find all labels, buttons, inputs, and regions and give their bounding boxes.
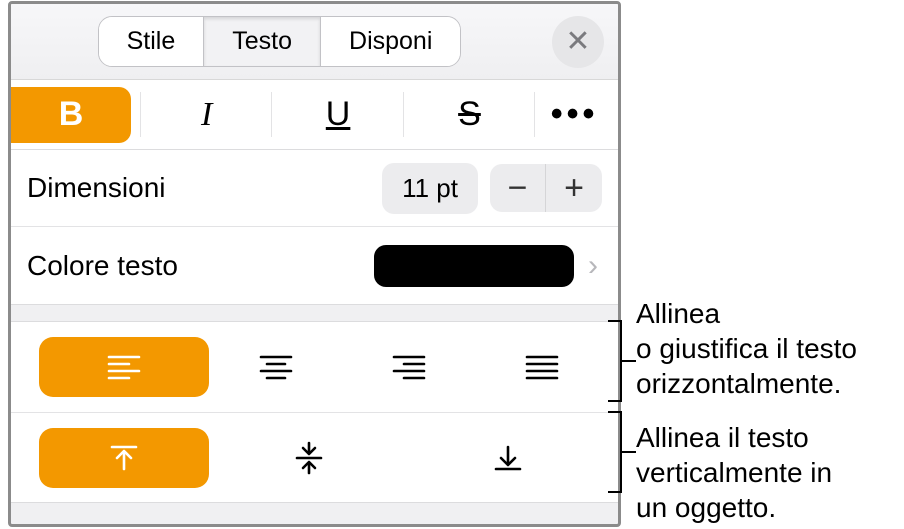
segmented-control: Stile Testo Disponi — [98, 16, 462, 67]
bold-button[interactable]: B — [11, 80, 141, 149]
align-center-icon — [259, 354, 293, 380]
callout-tee-vertical — [622, 451, 636, 453]
tab-bar: Stile Testo Disponi ✕ — [11, 4, 618, 80]
chevron-right-icon: › — [584, 249, 602, 283]
align-left-button[interactable] — [39, 337, 209, 397]
text-color-row[interactable]: Colore testo › — [11, 226, 618, 304]
alignment-group — [11, 321, 618, 503]
format-panel: Stile Testo Disponi ✕ B I U S ••• Dim — [8, 1, 621, 527]
align-right-button[interactable] — [342, 322, 475, 412]
align-justify-icon — [525, 354, 559, 380]
valign-top-icon — [109, 443, 139, 473]
italic-button[interactable]: I — [141, 80, 272, 149]
size-decrease-button[interactable]: − — [490, 164, 546, 212]
valign-middle-icon — [294, 441, 324, 475]
text-color-label: Colore testo — [27, 250, 374, 282]
underline-button[interactable]: U — [272, 80, 403, 149]
text-color-swatch[interactable] — [374, 245, 574, 287]
more-styles-button[interactable]: ••• — [535, 80, 614, 149]
valign-middle-button[interactable] — [209, 413, 409, 502]
callout-bracket-horizontal — [608, 320, 622, 402]
strikethrough-button[interactable]: S — [404, 80, 535, 149]
callout-vertical: Allinea il testo verticalmente in un ogg… — [636, 420, 832, 525]
close-icon: ✕ — [565, 24, 590, 59]
tab-arrange[interactable]: Disponi — [321, 17, 460, 66]
align-justify-button[interactable] — [475, 322, 608, 412]
size-stepper: 11 pt − + — [382, 163, 602, 214]
size-value[interactable]: 11 pt — [382, 163, 478, 214]
horizontal-align-row — [11, 322, 618, 412]
valign-top-button[interactable] — [39, 428, 209, 488]
vertical-align-row — [11, 412, 618, 502]
tab-style[interactable]: Stile — [99, 17, 205, 66]
align-right-icon — [392, 354, 426, 380]
align-left-icon — [107, 354, 141, 380]
font-style-row: B I U S ••• — [11, 80, 618, 150]
valign-bottom-button[interactable] — [409, 413, 609, 502]
size-row: Dimensioni 11 pt − + — [11, 150, 618, 226]
tab-text[interactable]: Testo — [204, 17, 321, 66]
size-increase-button[interactable]: + — [546, 164, 602, 212]
more-icon: ••• — [551, 95, 599, 134]
size-label: Dimensioni — [27, 172, 382, 204]
callout-tee-horizontal — [622, 360, 636, 362]
valign-bottom-icon — [493, 443, 523, 473]
callout-bracket-vertical — [608, 411, 622, 493]
size-color-group: Dimensioni 11 pt − + Colore testo › — [11, 150, 618, 305]
callout-horizontal: Allinea o giustifica il testo orizzontal… — [636, 296, 857, 401]
bold-pill: B — [11, 87, 131, 143]
align-center-button[interactable] — [209, 322, 342, 412]
close-button[interactable]: ✕ — [552, 16, 604, 68]
size-stepper-buttons: − + — [490, 164, 602, 212]
